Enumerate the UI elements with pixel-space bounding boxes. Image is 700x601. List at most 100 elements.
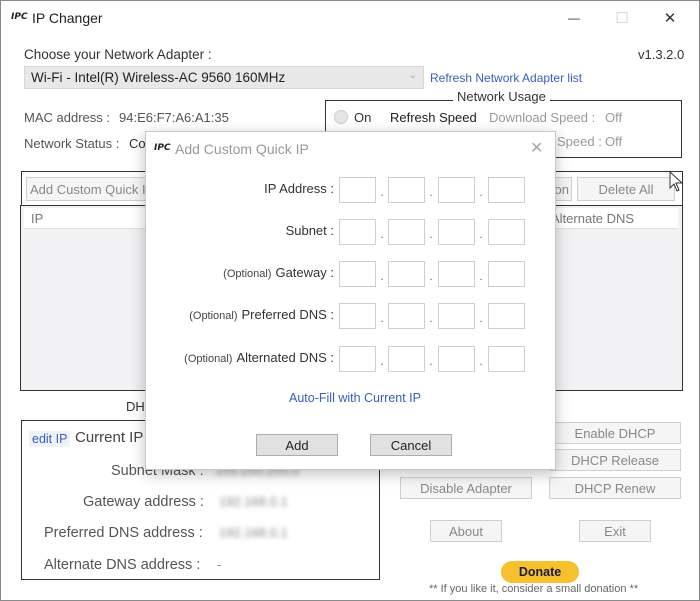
- close-button[interactable]: ✕: [647, 3, 693, 33]
- ip-field-label: (Optional) Alternated DNS :: [184, 350, 334, 365]
- octet-separator: .: [380, 313, 384, 325]
- ip-octet-input[interactable]: [388, 346, 425, 372]
- donate-button[interactable]: Donate: [501, 561, 579, 583]
- autofill-link[interactable]: Auto-Fill with Current IP: [289, 391, 421, 405]
- adapter-label: Choose your Network Adapter :: [24, 47, 212, 62]
- download-speed-value: Off: [605, 110, 623, 125]
- ip-octet-input[interactable]: [438, 346, 475, 372]
- ip-octet-input[interactable]: [488, 261, 525, 287]
- refresh-adapter-link[interactable]: Refresh Network Adapter list: [430, 71, 582, 85]
- ip-octet-input[interactable]: [339, 261, 376, 287]
- dialog-cancel-label: Cancel: [390, 437, 432, 453]
- ip-octet-input[interactable]: [438, 303, 475, 329]
- about-label: About: [449, 523, 483, 539]
- ip-octet-input[interactable]: [488, 303, 525, 329]
- network-usage-title: Network Usage: [453, 89, 550, 104]
- ip-octet-input[interactable]: [488, 346, 525, 372]
- maximize-button[interactable]: ☐: [599, 3, 645, 33]
- preferred-dns-value: 192.168.0.1: [219, 525, 288, 540]
- ip-octet-input[interactable]: [438, 177, 475, 203]
- ip-octet-input[interactable]: [339, 303, 376, 329]
- ip-field-label: (Optional) Gateway :: [223, 265, 334, 280]
- octet-separator: .: [479, 271, 483, 283]
- ip-octet-input[interactable]: [488, 177, 525, 203]
- current-ip-label: Current IP: [75, 429, 144, 446]
- dhcp-release-button[interactable]: DHCP Release: [549, 449, 681, 471]
- column-header-alternate-dns[interactable]: Alternate DNS: [551, 211, 634, 226]
- adapter-selected: Wi-Fi - Intel(R) Wireless-AC 9560 160MHz: [31, 70, 286, 85]
- dhcp-renew-button[interactable]: DHCP Renew: [549, 477, 681, 499]
- app-logo: IPC: [11, 12, 28, 22]
- octet-separator: .: [380, 187, 384, 199]
- edit-ip-link[interactable]: edit IP: [29, 431, 71, 447]
- dialog-logo: IPC: [154, 143, 171, 153]
- ip-octet-input[interactable]: [388, 177, 425, 203]
- ip-field-label: IP Address :: [264, 181, 334, 196]
- refresh-speed-button[interactable]: Refresh Speed: [390, 110, 477, 125]
- alternate-dns-value: -: [217, 557, 222, 572]
- ip-octet-input[interactable]: [438, 261, 475, 287]
- optional-tag: (Optional): [189, 310, 238, 322]
- dialog-cancel-button[interactable]: Cancel: [370, 434, 452, 456]
- ip-octet-input[interactable]: [388, 303, 425, 329]
- version-label: v1.3.2.0: [638, 47, 685, 62]
- octet-separator: .: [479, 356, 483, 368]
- adapter-select[interactable]: Wi-Fi - Intel(R) Wireless-AC 9560 160MHz…: [24, 66, 424, 89]
- enable-dhcp-label: Enable DHCP: [574, 425, 656, 441]
- dialog-add-button[interactable]: Add: [256, 434, 338, 456]
- ip-field-row: (Optional) Gateway :...: [146, 261, 557, 287]
- disable-adapter-label: Disable Adapter: [420, 480, 512, 496]
- on-radio[interactable]: [334, 110, 348, 124]
- maximize-icon: ☐: [615, 10, 629, 27]
- ip-octet-input[interactable]: [339, 177, 376, 203]
- dhcp-status-label: DH: [126, 399, 145, 414]
- field-label-text: Alternated DNS :: [236, 350, 334, 365]
- gateway-address-label: Gateway address :: [83, 494, 204, 510]
- ip-octet-input[interactable]: [339, 219, 376, 245]
- donate-label: Donate: [518, 565, 562, 579]
- optional-tag: (Optional): [223, 268, 272, 280]
- field-label-text: Preferred DNS :: [241, 307, 334, 322]
- ip-field-label: Subnet :: [286, 223, 334, 238]
- octet-separator: .: [380, 229, 384, 241]
- chevron-down-icon: ⌄: [408, 70, 417, 81]
- enable-dhcp-button[interactable]: Enable DHCP: [549, 422, 681, 444]
- mac-label: MAC address :: [24, 110, 110, 125]
- delete-all-label: Delete All: [598, 181, 654, 197]
- exit-button[interactable]: Exit: [579, 520, 651, 542]
- octet-separator: .: [380, 356, 384, 368]
- column-header-ip[interactable]: IP: [31, 211, 43, 226]
- ip-field-label: (Optional) Preferred DNS :: [189, 307, 334, 322]
- octet-separator: .: [429, 313, 433, 325]
- ip-octet-input[interactable]: [388, 261, 425, 287]
- field-label-text: Subnet :: [285, 223, 334, 238]
- ip-octet-input[interactable]: [488, 219, 525, 245]
- ip-field-row: (Optional) Preferred DNS :...: [146, 303, 557, 329]
- ip-octet-input[interactable]: [438, 219, 475, 245]
- preferred-dns-label: Preferred DNS address :: [44, 525, 203, 541]
- about-button[interactable]: About: [430, 520, 502, 542]
- field-label-text: Gateway :: [275, 265, 334, 280]
- ip-octet-input[interactable]: [388, 219, 425, 245]
- dialog-close-icon[interactable]: ✕: [530, 138, 543, 158]
- network-status-value: Co: [129, 136, 146, 151]
- octet-separator: .: [380, 271, 384, 283]
- exit-label: Exit: [604, 523, 626, 539]
- dhcp-release-label: DHCP Release: [571, 452, 659, 468]
- ip-octet-input[interactable]: [339, 346, 376, 372]
- upload-speed-label: Speed :: [557, 134, 602, 149]
- mac-value: 94:E6:F7:A6:A1:35: [119, 110, 229, 125]
- minimize-button[interactable]: —: [551, 3, 597, 33]
- disable-adapter-button[interactable]: Disable Adapter: [400, 477, 532, 499]
- ip-field-row: IP Address :...: [146, 177, 557, 203]
- octet-separator: .: [479, 313, 483, 325]
- octet-separator: .: [429, 229, 433, 241]
- download-speed-label: Download Speed :: [489, 110, 596, 125]
- alternate-dns-label: Alternate DNS address :: [44, 557, 201, 573]
- dialog-title: Add Custom Quick IP: [175, 141, 309, 157]
- network-status-label: Network Status :: [24, 136, 120, 151]
- delete-all-button[interactable]: Delete All: [577, 177, 675, 201]
- octet-separator: .: [429, 187, 433, 199]
- octet-separator: .: [429, 271, 433, 283]
- close-icon: ✕: [663, 10, 677, 27]
